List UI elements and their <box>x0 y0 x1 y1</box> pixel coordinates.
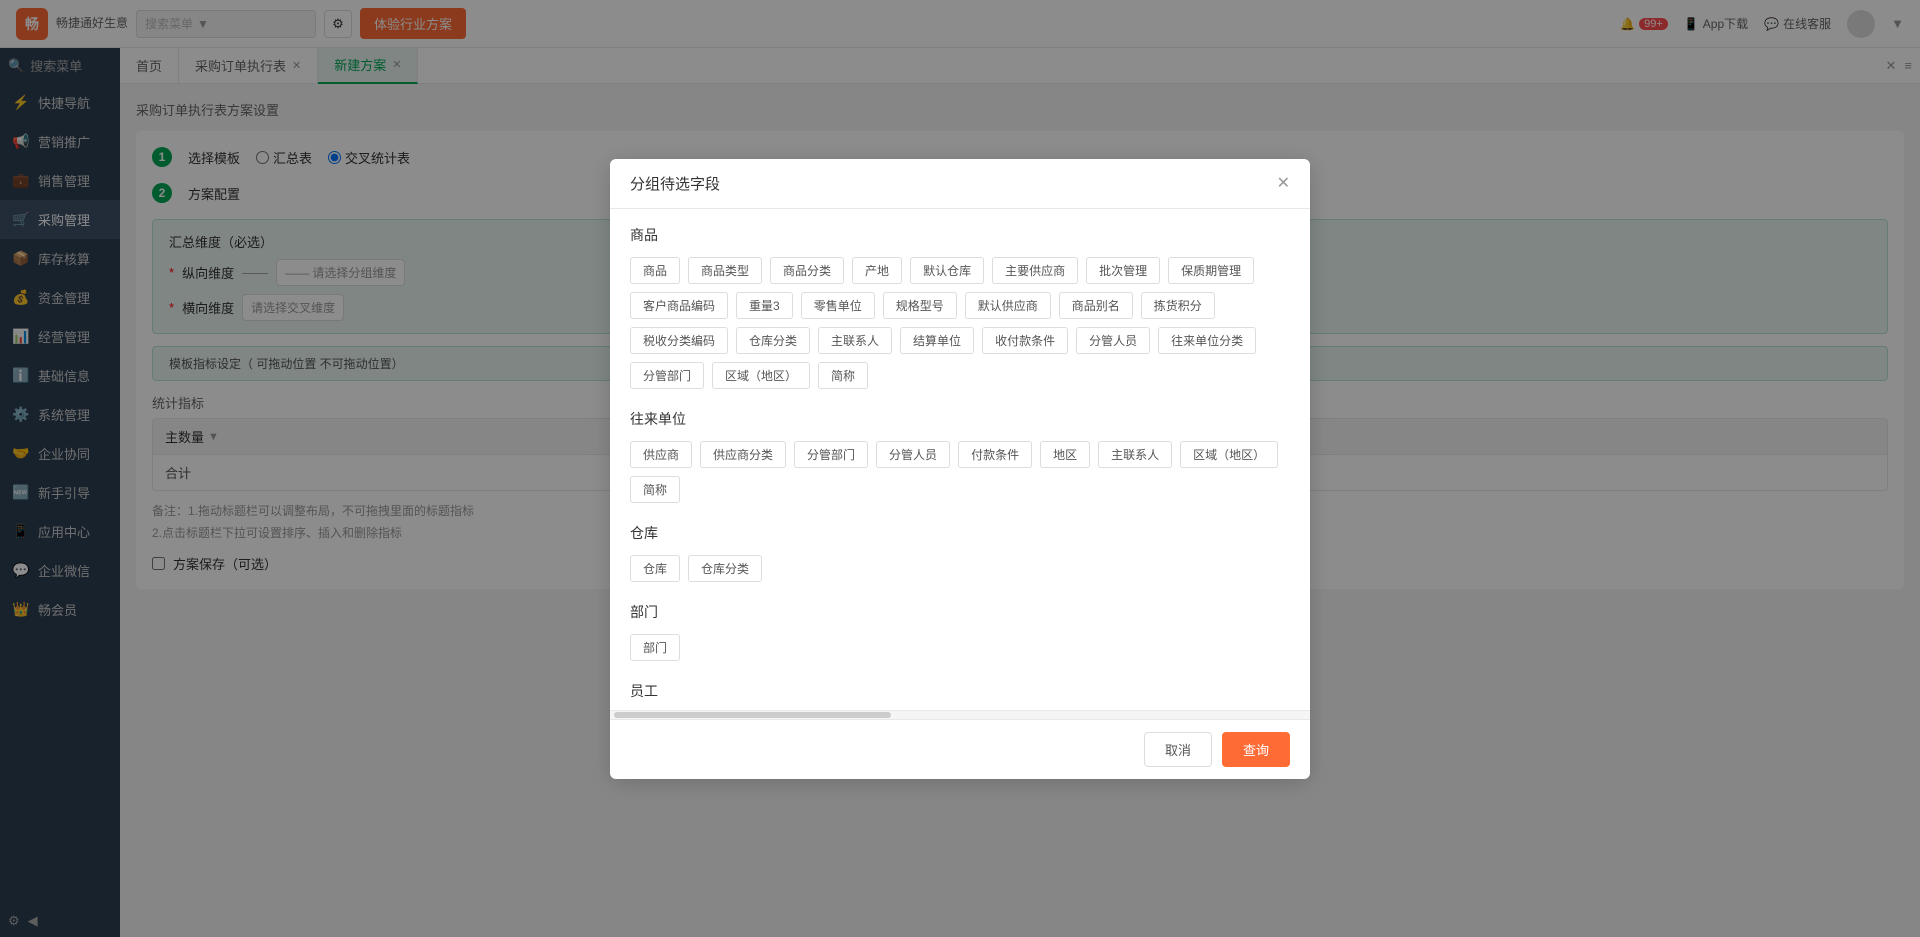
modal-overlay: 分组待选字段 ✕ 商品 商品 商品类型 商品分类 产地 默认仓库 主要供应商 批… <box>0 0 1920 937</box>
tag-wanglaifenlei[interactable]: 往来单位分类 <box>1158 327 1256 354</box>
modal-field-selector: 分组待选字段 ✕ 商品 商品 商品类型 商品分类 产地 默认仓库 主要供应商 批… <box>610 159 1310 779</box>
tag-jiesuandanwei[interactable]: 结算单位 <box>900 327 974 354</box>
section-wanglai: 往来单位 供应商 供应商分类 分管部门 分管人员 付款条件 地区 主联系人 区域… <box>630 409 1290 503</box>
section-cangku-tags: 仓库 仓库分类 <box>630 555 1290 582</box>
tag-quyu-wanglai[interactable]: 区域（地区） <box>1180 441 1278 468</box>
tag-cangkufenlei[interactable]: 仓库分类 <box>736 327 810 354</box>
tag-kehushangpin[interactable]: 客户商品编码 <box>630 292 728 319</box>
tag-fenguanren-wanglai[interactable]: 分管人员 <box>876 441 950 468</box>
modal-hscroll-bar <box>614 712 891 718</box>
section-shangpin-title: 商品 <box>630 225 1290 245</box>
modal-confirm-button[interactable]: 查询 <box>1222 732 1290 767</box>
tag-zhulianxiren-wanglai[interactable]: 主联系人 <box>1098 441 1172 468</box>
modal-hscroll[interactable] <box>610 710 1310 719</box>
modal-body[interactable]: 商品 商品 商品类型 商品分类 产地 默认仓库 主要供应商 批次管理 保质期管理… <box>610 209 1310 710</box>
modal-cancel-button[interactable]: 取消 <box>1144 732 1212 767</box>
section-wanglai-title: 往来单位 <box>630 409 1290 429</box>
tag-jiancheng-shangpin[interactable]: 简称 <box>818 362 868 389</box>
section-cangku-title: 仓库 <box>630 523 1290 543</box>
section-yuangong: 员工 业务员 <box>630 681 1290 710</box>
tag-fenguanbu-wanglai[interactable]: 分管部门 <box>794 441 868 468</box>
section-bumen-title: 部门 <box>630 602 1290 622</box>
modal-footer: 取消 查询 <box>610 719 1310 779</box>
tag-baozhi[interactable]: 保质期管理 <box>1168 257 1254 284</box>
tag-diqu[interactable]: 地区 <box>1040 441 1090 468</box>
tag-shangpin[interactable]: 商品 <box>630 257 680 284</box>
tag-guigexinghao[interactable]: 规格型号 <box>883 292 957 319</box>
tag-morengongyingshang[interactable]: 默认供应商 <box>965 292 1051 319</box>
tag-shuishou[interactable]: 税收分类编码 <box>630 327 728 354</box>
modal-title: 分组待选字段 <box>630 173 720 194</box>
section-cangku: 仓库 仓库 仓库分类 <box>630 523 1290 582</box>
tag-zhulianxiren[interactable]: 主联系人 <box>818 327 892 354</box>
tag-quyu-shangpin[interactable]: 区域（地区） <box>712 362 810 389</box>
tag-shangpinfenlei[interactable]: 商品分类 <box>770 257 844 284</box>
tag-zhuyaogongyingshang[interactable]: 主要供应商 <box>992 257 1078 284</box>
tag-shangpinbiehao[interactable]: 商品别名 <box>1059 292 1133 319</box>
section-shangpin: 商品 商品 商品类型 商品分类 产地 默认仓库 主要供应商 批次管理 保质期管理… <box>630 225 1290 389</box>
tag-gongyingshang[interactable]: 供应商 <box>630 441 692 468</box>
section-bumen: 部门 部门 <box>630 602 1290 661</box>
tag-fenguan[interactable]: 分管人员 <box>1076 327 1150 354</box>
tag-fenguanbu[interactable]: 分管部门 <box>630 362 704 389</box>
tag-shoufukuantiaojian[interactable]: 收付款条件 <box>982 327 1068 354</box>
section-yuangong-title: 员工 <box>630 681 1290 701</box>
tag-fukuantiaojian[interactable]: 付款条件 <box>958 441 1032 468</box>
tag-morencangku[interactable]: 默认仓库 <box>910 257 984 284</box>
tag-cangkufenlei2[interactable]: 仓库分类 <box>688 555 762 582</box>
section-wanglai-tags: 供应商 供应商分类 分管部门 分管人员 付款条件 地区 主联系人 区域（地区） … <box>630 441 1290 503</box>
tag-lingshoudanwei[interactable]: 零售单位 <box>801 292 875 319</box>
section-shangpin-tags: 商品 商品类型 商品分类 产地 默认仓库 主要供应商 批次管理 保质期管理 客户… <box>630 257 1290 389</box>
tag-gongyingshangfenlei[interactable]: 供应商分类 <box>700 441 786 468</box>
section-bumen-tags: 部门 <box>630 634 1290 661</box>
tag-shangpinleixing[interactable]: 商品类型 <box>688 257 762 284</box>
tag-chandi[interactable]: 产地 <box>852 257 902 284</box>
tag-piciciguanli[interactable]: 批次管理 <box>1086 257 1160 284</box>
tag-bumen[interactable]: 部门 <box>630 634 680 661</box>
tag-jianhuojifen[interactable]: 拣货积分 <box>1141 292 1215 319</box>
tag-jiancheng-wanglai[interactable]: 简称 <box>630 476 680 503</box>
tag-zhongliang3[interactable]: 重量3 <box>736 292 793 319</box>
modal-close-button[interactable]: ✕ <box>1277 173 1290 193</box>
tag-cangku[interactable]: 仓库 <box>630 555 680 582</box>
modal-header: 分组待选字段 ✕ <box>610 159 1310 209</box>
